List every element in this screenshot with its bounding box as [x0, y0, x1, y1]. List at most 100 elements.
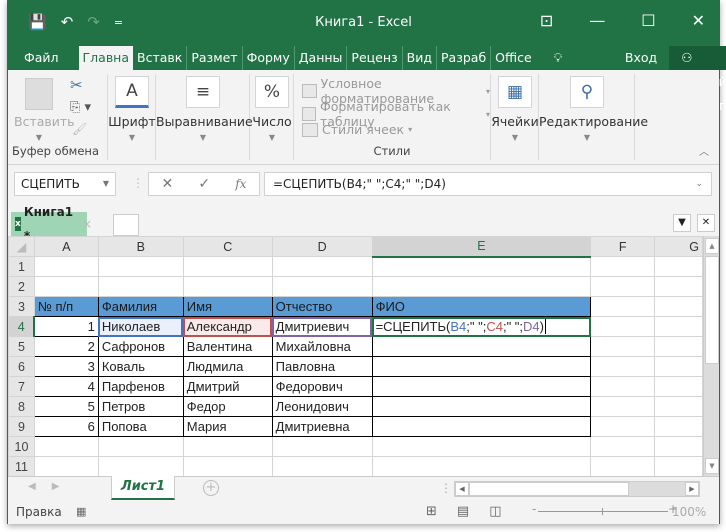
cell[interactable] — [590, 336, 656, 357]
row-header[interactable]: 2 — [8, 276, 35, 297]
cell-number[interactable]: 6 — [33, 416, 99, 437]
row-header[interactable]: 11 — [8, 456, 35, 476]
cell[interactable] — [654, 396, 703, 417]
scroll-up-icon[interactable]: ▲ — [705, 238, 719, 254]
tab-help[interactable]: 💡︎ Помощь — [536, 46, 611, 89]
tab-formulas[interactable]: Форму — [241, 46, 294, 70]
active-cell-editor[interactable]: =СЦЕПИТЬ(B4;" ";C4;" ";D4) — [371, 316, 592, 337]
row-header[interactable]: 3 — [8, 296, 35, 317]
cell[interactable] — [182, 436, 273, 457]
scroll-right-icon[interactable]: ▶ — [685, 482, 699, 496]
cell-middle-name[interactable]: Павловна — [271, 356, 373, 377]
cell-first-name[interactable]: Александр — [182, 316, 273, 337]
chevron-down-icon[interactable]: ▼ — [103, 173, 109, 195]
enter-icon[interactable]: ✓ — [198, 176, 210, 192]
cell[interactable] — [654, 336, 703, 357]
cell[interactable] — [371, 436, 592, 457]
cell[interactable] — [654, 256, 703, 277]
ribbon-display-icon[interactable]: ⊡ — [540, 11, 553, 30]
dropdown-icon[interactable]: ▼ — [673, 214, 691, 232]
cell[interactable] — [654, 416, 703, 437]
workbook-tab[interactable]: xКнига1 *× — [11, 205, 92, 243]
normal-view-icon[interactable]: ⊞ — [426, 504, 437, 519]
cell[interactable] — [590, 296, 656, 317]
cell-number[interactable]: 3 — [33, 356, 99, 377]
collapse-ribbon-icon[interactable]: ︿ — [699, 143, 709, 158]
cell-full-name[interactable] — [371, 396, 592, 417]
cell[interactable] — [97, 256, 184, 277]
cell-number[interactable]: 5 — [33, 396, 99, 417]
cell-full-name[interactable] — [371, 376, 592, 397]
share-button[interactable]: ⚇ Общий доступ — [669, 46, 726, 113]
page-break-view-icon[interactable]: ◫ — [489, 504, 501, 519]
scroll-thumb[interactable] — [469, 482, 629, 496]
cell[interactable] — [271, 456, 373, 476]
cancel-icon[interactable]: ✕ — [162, 176, 174, 192]
tab-developer[interactable]: Разраб — [436, 46, 490, 70]
cell[interactable] — [590, 256, 656, 277]
cell[interactable] — [654, 376, 703, 397]
cell-first-name[interactable]: Мария — [182, 416, 273, 437]
cell-last-name[interactable]: Парфенов — [97, 376, 184, 397]
tab-home[interactable]: Главна — [78, 46, 134, 70]
cell[interactable] — [33, 456, 99, 476]
cell[interactable] — [590, 436, 656, 457]
cell[interactable] — [590, 416, 656, 437]
cell[interactable] — [654, 296, 703, 317]
column-header-d[interactable]: D — [271, 236, 373, 257]
cell-middle-name[interactable]: Федорович — [271, 376, 373, 397]
header-cell-middle-name[interactable]: Отчество — [271, 296, 373, 317]
tab-insert[interactable]: Вставк — [133, 46, 186, 70]
column-header-e[interactable]: E — [371, 236, 592, 258]
column-header-f[interactable]: F — [590, 236, 656, 257]
cell[interactable] — [654, 356, 703, 377]
cell[interactable] — [654, 316, 703, 337]
cell[interactable] — [654, 456, 703, 476]
zoom-level[interactable]: 100% — [672, 505, 706, 519]
prev-sheet-icon[interactable]: ◀ — [28, 481, 36, 492]
scroll-thumb[interactable] — [705, 256, 719, 364]
header-cell-last-name[interactable]: Фамилия — [97, 296, 184, 317]
cell-number[interactable]: 1 — [33, 316, 99, 337]
sheet-tab-active[interactable]: Лист1 — [111, 476, 175, 500]
cell-styles-button[interactable]: Стили ячеек ▾ — [302, 122, 412, 137]
cut-icon[interactable]: ✂ — [70, 76, 83, 94]
cell[interactable] — [271, 256, 373, 277]
formula-input[interactable]: =СЦЕПИТЬ(B4;" ";C4;" ";D4) ⌄ — [264, 172, 712, 196]
cell-first-name[interactable]: Федор — [182, 396, 273, 417]
cell-full-name[interactable] — [371, 336, 592, 357]
minimize-button[interactable]: — — [589, 11, 605, 30]
drag-handle[interactable]: ⋮ — [132, 176, 144, 190]
maximize-button[interactable]: ☐ — [641, 11, 655, 30]
column-header-g[interactable]: G — [654, 236, 703, 257]
cell[interactable] — [97, 276, 184, 297]
column-header-c[interactable]: C — [182, 236, 273, 257]
format-painter-icon[interactable]: 🖌︎ — [72, 122, 87, 136]
zoom-out-icon[interactable]: - — [532, 502, 536, 516]
close-button[interactable]: ✕ — [692, 11, 705, 30]
cell-number[interactable]: 2 — [33, 336, 99, 357]
header-cell-number[interactable]: № п/п — [33, 296, 99, 317]
cell[interactable] — [182, 276, 273, 297]
cell-last-name[interactable]: Сафронов — [97, 336, 184, 357]
paste-button[interactable]: Вставить ▼ — [14, 78, 75, 142]
cell[interactable] — [33, 276, 99, 297]
macro-record-icon[interactable]: ▦ — [76, 505, 86, 518]
split-handle[interactable]: ⋮ — [440, 481, 452, 495]
cell-middle-name[interactable]: Леонидович — [271, 396, 373, 417]
cell[interactable] — [590, 276, 656, 297]
row-header[interactable]: 9 — [8, 416, 35, 437]
cell[interactable] — [654, 436, 703, 457]
cell[interactable] — [97, 436, 184, 457]
row-header[interactable]: 4 — [8, 316, 36, 337]
tab-view[interactable]: Вид — [401, 46, 436, 70]
cell-first-name[interactable]: Людмила — [182, 356, 273, 377]
cell-full-name[interactable] — [371, 356, 592, 377]
cell[interactable] — [590, 396, 656, 417]
editing-button[interactable]: ⚲ Редактирование ▼ — [539, 76, 648, 142]
close-icon[interactable]: ✕ — [697, 214, 715, 232]
zoom-slider[interactable]: - + — [532, 502, 678, 516]
cell[interactable] — [371, 276, 592, 297]
cell[interactable] — [33, 256, 99, 277]
new-workbook-tab[interactable] — [113, 214, 139, 236]
